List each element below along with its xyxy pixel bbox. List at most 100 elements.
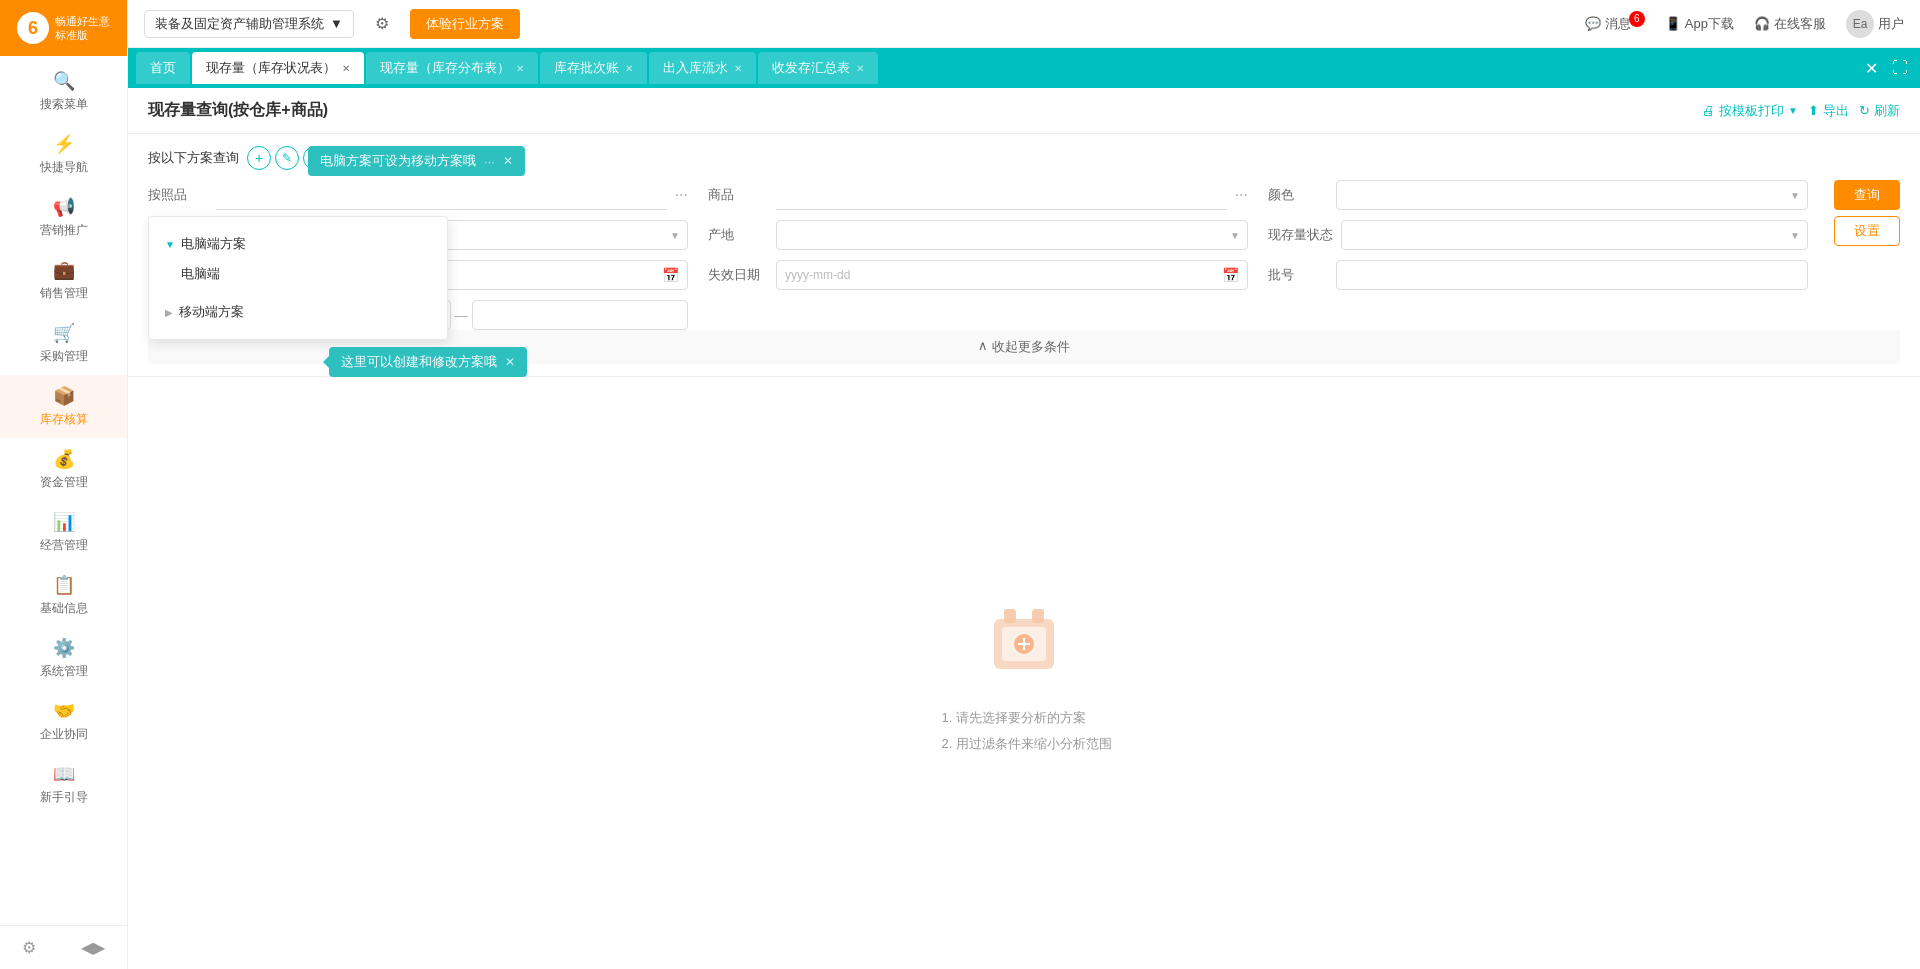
reset-button[interactable]: 设置 <box>1834 216 1900 246</box>
empty-tips: 请先选择要分析的方案 用过滤条件来缩小分析范围 <box>936 705 1112 757</box>
sidebar: 6 畅通好生意 标准版 🔍 搜索菜单 ⚡ 快捷导航 📢 营销推广 💼 销售管理 … <box>0 0 128 969</box>
stock-status-label: 现存量状态 <box>1268 226 1333 244</box>
tab-close-inventory-status[interactable]: ✕ <box>342 63 350 74</box>
logo-text: 畅通好生意 标准版 <box>55 14 110 43</box>
scheme-dropdown-close[interactable]: ✕ <box>503 154 513 168</box>
tab-close-batch[interactable]: ✕ <box>625 63 633 74</box>
filter-header: 按以下方案查询 + ✎ ← 电脑方案可设为移动方案哦 ··· ✕ <box>148 146 1900 170</box>
refresh-button[interactable]: ↻ 刷新 <box>1859 102 1900 120</box>
expiry-date-input[interactable]: yyyy-mm-dd 📅 <box>776 260 1248 290</box>
filter-label: 按以下方案查询 <box>148 149 239 167</box>
export-icon: ⬆ <box>1808 103 1819 118</box>
add-scheme-button[interactable]: + <box>247 146 271 170</box>
tab-close-all-button[interactable]: ✕ <box>1861 55 1882 82</box>
goods-more-btn[interactable]: ··· <box>1235 186 1248 204</box>
scheme-section-desktop: ▼ 电脑端方案 电脑端 <box>149 225 447 293</box>
settings-btn[interactable]: ⚙ <box>22 938 36 957</box>
filter-row-origin: 产地 ▼ <box>708 220 1248 250</box>
sidebar-item-collab[interactable]: 🤝 企业协同 <box>0 690 127 753</box>
stock-main-max-input[interactable] <box>472 300 689 330</box>
topbar-right: 💬 消息 6 📱 App下载 🎧 在线客服 Ea 用户 <box>1585 10 1904 38</box>
sidebar-item-system[interactable]: ⚙️ 系统管理 <box>0 627 127 690</box>
empty-illustration <box>974 589 1074 689</box>
tabbar-actions: ✕ ⛶ <box>1861 55 1912 82</box>
scheme-tooltip-close[interactable]: ✕ <box>505 355 515 369</box>
warehouse-more-btn[interactable]: ··· <box>675 186 688 204</box>
color-select[interactable] <box>1336 180 1808 210</box>
sidebar-item-marketing[interactable]: 📢 营销推广 <box>0 186 127 249</box>
sidebar-item-basic[interactable]: 📋 基础信息 <box>0 564 127 627</box>
basic-icon: 📋 <box>53 574 75 596</box>
sidebar-item-guide[interactable]: 📖 新手引导 <box>0 753 127 816</box>
system-icon: ⚙️ <box>53 637 75 659</box>
print-chevron-icon: ▼ <box>1788 105 1798 116</box>
marketing-icon: 📢 <box>53 196 75 218</box>
print-icon: 🖨 <box>1702 103 1715 118</box>
sidebar-item-inventory[interactable]: 📦 库存核算 <box>0 375 127 438</box>
search-icon: 🔍 <box>53 70 75 92</box>
sidebar-item-purchase[interactable]: 🛒 采购管理 <box>0 312 127 375</box>
scheme-dropdown-tooltip: 电脑方案可设为移动方案哦 ··· ✕ <box>308 146 525 176</box>
sidebar-menu: 🔍 搜索菜单 ⚡ 快捷导航 📢 营销推广 💼 销售管理 🛒 采购管理 📦 库存核… <box>0 56 127 925</box>
scheme-group-mobile: ▶ 移动端方案 <box>165 297 435 327</box>
chevron-down-icon: ▼ <box>330 16 343 31</box>
filter-row-expiry-date: 失效日期 yyyy-mm-dd 📅 <box>708 260 1248 290</box>
tab-flow[interactable]: 出入库流水 ✕ <box>649 52 756 84</box>
online-service-button[interactable]: 🎧 在线客服 <box>1754 15 1826 33</box>
main-content: 装备及固定资产辅助管理系统 ▼ ⚙ 体验行业方案 💬 消息 6 📱 App下载 … <box>128 0 1920 969</box>
logo-icon: 6 <box>17 12 49 44</box>
tab-summary[interactable]: 收发存汇总表 ✕ <box>758 52 878 84</box>
edit-scheme-button[interactable]: ✎ <box>275 146 299 170</box>
warehouse-label: 按照品 <box>148 186 208 204</box>
stock-status-select[interactable] <box>1341 220 1808 250</box>
trial-button[interactable]: 体验行业方案 <box>410 9 520 39</box>
tab-expand-button[interactable]: ⛶ <box>1888 55 1912 82</box>
color-label: 颜色 <box>1268 186 1328 204</box>
tab-inventory-dist[interactable]: 现存量（库存分布表） ✕ <box>366 52 538 84</box>
svg-rect-5 <box>1004 609 1016 623</box>
sidebar-item-search[interactable]: 🔍 搜索菜单 <box>0 60 127 123</box>
filter-area: 按以下方案查询 + ✎ ← 电脑方案可设为移动方案哦 ··· ✕ <box>128 134 1920 377</box>
sales-icon: 💼 <box>53 259 75 281</box>
sidebar-logo: 6 畅通好生意 标准版 <box>0 0 127 56</box>
sidebar-item-management[interactable]: 📊 经营管理 <box>0 501 127 564</box>
filter-row-warehouse: 按照品 ··· <box>148 180 688 210</box>
export-button[interactable]: ⬆ 导出 <box>1808 102 1849 120</box>
search-actions: 查询 设置 <box>1834 180 1900 246</box>
goods-label: 商品 <box>708 186 768 204</box>
tab-close-flow[interactable]: ✕ <box>734 63 742 74</box>
tab-inventory-status[interactable]: 现存量（库存状况表） ✕ <box>192 52 364 84</box>
app-download-button[interactable]: 📱 App下载 <box>1665 15 1734 33</box>
message-button[interactable]: 💬 消息 6 <box>1585 15 1645 33</box>
tab-batch[interactable]: 库存批次账 ✕ <box>540 52 647 84</box>
tab-close-inventory-dist[interactable]: ✕ <box>516 63 524 74</box>
page: 现存量查询(按仓库+商品) 🖨 按模板打印 ▼ ⬆ 导出 ↻ 刷新 <box>128 88 1920 969</box>
user-area[interactable]: Ea 用户 <box>1846 10 1904 38</box>
collab-icon: 🤝 <box>53 700 75 722</box>
topbar-gear-button[interactable]: ⚙ <box>366 8 398 40</box>
sidebar-item-finance[interactable]: 💰 资金管理 <box>0 438 127 501</box>
expiry-calendar-icon: 📅 <box>1222 267 1239 283</box>
tab-home[interactable]: 首页 <box>136 52 190 84</box>
print-button[interactable]: 🖨 按模板打印 ▼ <box>1702 102 1798 120</box>
refresh-icon: ↻ <box>1859 103 1870 118</box>
sidebar-bottom: ⚙ ◀▶ <box>0 925 127 969</box>
batch-input[interactable] <box>1336 260 1808 290</box>
origin-select[interactable] <box>776 220 1248 250</box>
scheme-arrow-icon-mobile: ▶ <box>165 307 173 318</box>
tabbar: 首页 现存量（库存状况表） ✕ 现存量（库存分布表） ✕ 库存批次账 ✕ 出入库… <box>128 48 1920 88</box>
lightning-icon: ⚡ <box>53 133 75 155</box>
headset-icon: 🎧 <box>1754 16 1770 31</box>
sidebar-item-sales[interactable]: 💼 销售管理 <box>0 249 127 312</box>
range-separator: — <box>455 308 468 323</box>
svg-rect-6 <box>1032 609 1044 623</box>
app-selector[interactable]: 装备及固定资产辅助管理系统 ▼ <box>144 10 354 38</box>
avatar: Ea <box>1846 10 1874 38</box>
sidebar-item-quicknav[interactable]: ⚡ 快捷导航 <box>0 123 127 186</box>
scheme-group-desktop: ▼ 电脑端方案 <box>165 229 435 259</box>
search-button[interactable]: 查询 <box>1834 180 1900 210</box>
scheme-item-desktop[interactable]: 电脑端 <box>165 259 435 289</box>
tab-close-summary[interactable]: ✕ <box>856 63 864 74</box>
inventory-icon: 📦 <box>53 385 75 407</box>
collapse-sidebar-btn[interactable]: ◀▶ <box>81 938 105 957</box>
